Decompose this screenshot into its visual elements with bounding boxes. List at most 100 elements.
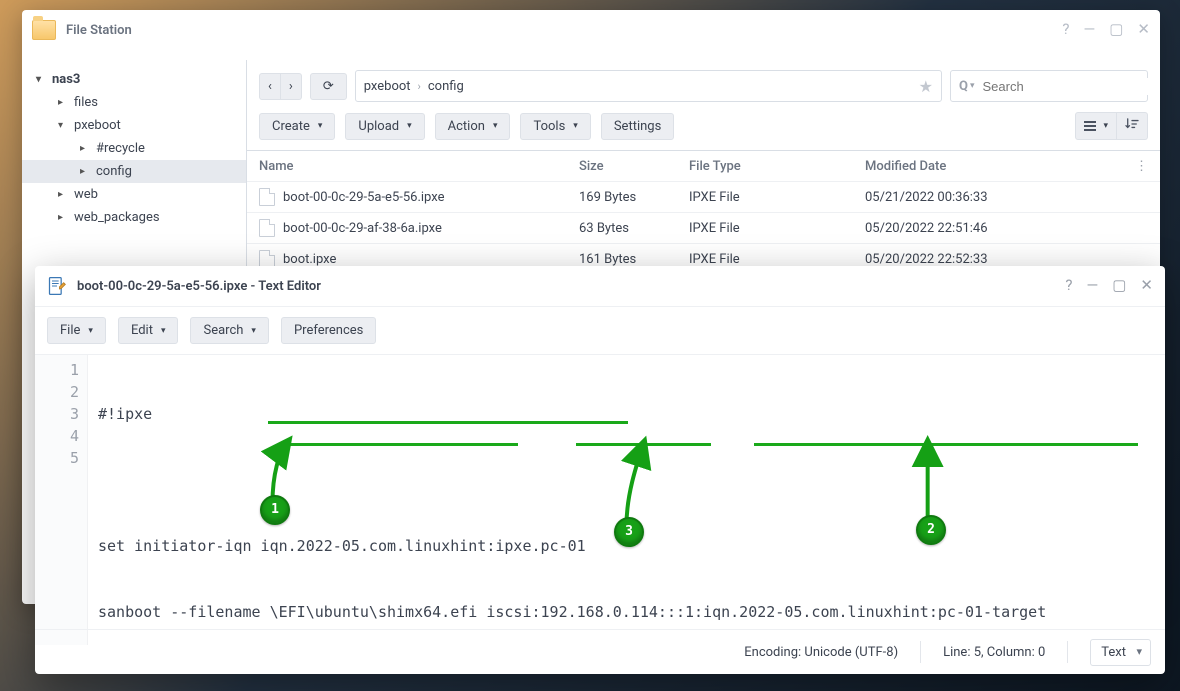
menu-edit[interactable]: Edit▾ bbox=[118, 317, 179, 344]
button-label: Settings bbox=[614, 119, 661, 134]
help-icon[interactable]: ? bbox=[1062, 20, 1069, 38]
annotation-number: 1 bbox=[271, 499, 279, 521]
nav-back-button[interactable]: ‹ bbox=[259, 73, 281, 100]
file-size: 169 Bytes bbox=[579, 190, 689, 205]
col-type-header[interactable]: File Type bbox=[689, 159, 865, 174]
chevron-right-icon: ▸ bbox=[80, 166, 90, 177]
tools-button[interactable]: Tools▾ bbox=[520, 113, 590, 140]
chevron-down-icon: ▾ bbox=[573, 121, 578, 131]
minimize-icon[interactable]: — bbox=[1087, 276, 1099, 294]
chevron-down-icon: ▾ bbox=[407, 121, 412, 131]
language-select[interactable]: Text bbox=[1090, 639, 1151, 666]
search-input[interactable] bbox=[981, 78, 1161, 95]
tree-item-label: web_packages bbox=[74, 210, 160, 225]
tree-item-label: pxeboot bbox=[74, 118, 121, 133]
file-type: IPXE File bbox=[689, 221, 865, 236]
minimize-icon[interactable]: — bbox=[1084, 20, 1096, 38]
menu-search[interactable]: Search▾ bbox=[190, 317, 268, 344]
table-row[interactable]: boot-00-0c-29-5a-e5-56.ipxe 169 Bytes IP… bbox=[247, 182, 1160, 213]
column-menu-icon[interactable]: ⋮ bbox=[1128, 159, 1148, 174]
button-label: Create bbox=[272, 119, 310, 134]
code-area[interactable]: #!ipxe set initiator-iqn iqn.2022-05.com… bbox=[88, 355, 1165, 645]
tree-item-pxeboot[interactable]: ▾ pxeboot bbox=[22, 114, 246, 137]
tree-item-label: web bbox=[74, 187, 98, 202]
file-size: 63 Bytes bbox=[579, 221, 689, 236]
chevron-down-icon: ▾ bbox=[36, 74, 46, 85]
file-type: IPXE File bbox=[689, 252, 865, 267]
status-encoding: Encoding: Unicode (UTF-8) bbox=[744, 645, 898, 660]
annotation-number: 3 bbox=[625, 521, 633, 543]
help-icon[interactable]: ? bbox=[1065, 276, 1072, 294]
view-list-button[interactable]: ▾ bbox=[1075, 112, 1117, 140]
chevron-down-icon: ▾ bbox=[251, 326, 256, 336]
nav-forward-button[interactable]: › bbox=[281, 73, 302, 100]
menu-file[interactable]: File ▾ bbox=[47, 317, 106, 344]
search-icon: Q bbox=[959, 79, 968, 94]
sort-icon bbox=[1125, 118, 1139, 134]
code-line: sanboot --filename \EFI\ubuntu\shimx64.e… bbox=[98, 601, 1155, 623]
star-icon[interactable]: ★ bbox=[919, 77, 933, 96]
breadcrumb-item[interactable]: pxeboot bbox=[364, 79, 411, 94]
tree-item-config[interactable]: ▸ config bbox=[22, 160, 246, 183]
col-size-header[interactable]: Size bbox=[579, 159, 689, 174]
chevron-down-icon: ▾ bbox=[970, 81, 975, 91]
file-date: 05/20/2022 22:51:46 bbox=[865, 221, 1128, 236]
tree-root[interactable]: ▾ nas3 bbox=[22, 68, 246, 91]
tree-item-web[interactable]: ▸ web bbox=[22, 183, 246, 206]
annotation-underline bbox=[754, 439, 1138, 446]
close-icon[interactable]: ✕ bbox=[1137, 20, 1150, 38]
chevron-right-icon: ▸ bbox=[58, 212, 68, 223]
file-name: boot-00-0c-29-5a-e5-56.ipxe bbox=[283, 190, 444, 205]
search-box[interactable]: Q▾ bbox=[950, 70, 1148, 102]
maximize-icon[interactable]: ▢ bbox=[1109, 20, 1123, 38]
upload-button[interactable]: Upload ▾ bbox=[345, 113, 424, 140]
menu-label: Preferences bbox=[294, 323, 363, 338]
chevron-down-icon: ▾ bbox=[161, 326, 166, 336]
tree-item-label: #recycle bbox=[96, 141, 145, 156]
folder-icon bbox=[32, 20, 56, 40]
file-icon bbox=[259, 219, 275, 237]
sort-button[interactable] bbox=[1117, 112, 1148, 140]
annotation-underline bbox=[576, 439, 711, 446]
text-editor-titlebar[interactable]: boot-00-0c-29-5a-e5-56.ipxe - Text Edito… bbox=[35, 266, 1165, 307]
tree-item-web-packages[interactable]: ▸ web_packages bbox=[22, 206, 246, 229]
code-editor[interactable]: 12345 #!ipxe set initiator-iqn iqn.2022-… bbox=[35, 355, 1165, 645]
settings-button[interactable]: Settings bbox=[601, 113, 674, 140]
tree-item-recycle[interactable]: ▸ #recycle bbox=[22, 137, 246, 160]
col-name-header[interactable]: Name bbox=[259, 159, 579, 174]
button-label: Action bbox=[448, 119, 485, 134]
reload-icon: ⟳ bbox=[323, 79, 334, 94]
menu-preferences[interactable]: Preferences bbox=[281, 317, 376, 344]
create-button[interactable]: Create ▾ bbox=[259, 113, 335, 140]
chevron-down-icon: ▾ bbox=[88, 326, 93, 336]
tree-item-files[interactable]: ▸ files bbox=[22, 91, 246, 114]
chevron-down-icon: ▾ bbox=[1103, 121, 1108, 131]
maximize-icon[interactable]: ▢ bbox=[1112, 276, 1126, 294]
chevron-left-icon: ‹ bbox=[268, 79, 272, 94]
text-editor-icon bbox=[47, 276, 67, 296]
tree-root-label: nas3 bbox=[52, 72, 80, 87]
menu-label: File bbox=[60, 323, 80, 338]
action-button[interactable]: Action▾ bbox=[435, 113, 511, 140]
col-date-header[interactable]: Modified Date bbox=[865, 159, 1128, 174]
file-type: IPXE File bbox=[689, 190, 865, 205]
file-size: 161 Bytes bbox=[579, 252, 689, 267]
file-name: boot-00-0c-29-af-38-6a.ipxe bbox=[283, 221, 442, 236]
file-station-title: File Station bbox=[66, 23, 132, 38]
file-date: 05/21/2022 00:36:33 bbox=[865, 190, 1128, 205]
annotation-underline bbox=[278, 439, 518, 446]
chevron-down-icon: ▾ bbox=[318, 121, 323, 131]
status-cursor: Line: 5, Column: 0 bbox=[943, 645, 1045, 660]
close-icon[interactable]: ✕ bbox=[1140, 276, 1153, 294]
language-label: Text bbox=[1101, 645, 1126, 660]
reload-button[interactable]: ⟳ bbox=[310, 73, 347, 100]
table-row[interactable]: boot-00-0c-29-af-38-6a.ipxe 63 Bytes IPX… bbox=[247, 213, 1160, 244]
chevron-right-icon: › bbox=[289, 79, 293, 94]
chevron-down-icon: ▾ bbox=[58, 120, 68, 131]
breadcrumb-item[interactable]: config bbox=[428, 79, 464, 94]
button-label: Upload bbox=[358, 119, 399, 134]
file-station-titlebar[interactable]: File Station bbox=[22, 10, 1160, 50]
file-icon bbox=[259, 188, 275, 206]
code-line bbox=[98, 469, 1155, 491]
annotation-number: 2 bbox=[927, 519, 935, 541]
